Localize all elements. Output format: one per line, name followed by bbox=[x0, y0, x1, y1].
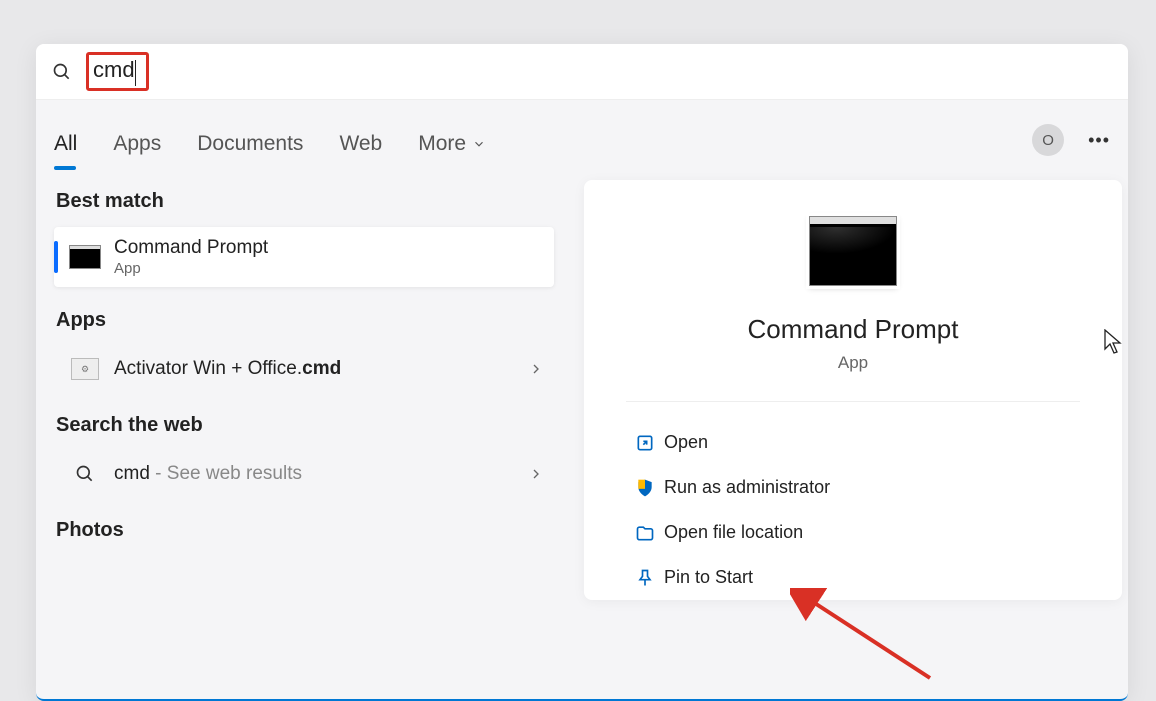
action-label: Open bbox=[664, 432, 708, 453]
chevron-right-icon bbox=[528, 361, 544, 377]
user-avatar[interactable]: O bbox=[1032, 124, 1064, 156]
detail-title: Command Prompt bbox=[748, 314, 959, 345]
result-command-prompt[interactable]: Command Prompt App bbox=[54, 227, 554, 287]
result-search-web[interactable]: cmd - See web results bbox=[54, 451, 554, 497]
open-external-icon bbox=[626, 433, 664, 453]
tab-apps[interactable]: Apps bbox=[113, 112, 161, 168]
shield-icon bbox=[626, 478, 664, 498]
tab-more-label: More bbox=[418, 132, 466, 156]
detail-subtitle: App bbox=[838, 353, 868, 373]
action-label: Run as administrator bbox=[664, 477, 830, 498]
search-icon bbox=[52, 62, 72, 82]
tab-more[interactable]: More bbox=[418, 112, 486, 168]
search-input[interactable]: cmd bbox=[93, 57, 135, 82]
action-pin-to-start[interactable]: Pin to Start bbox=[626, 555, 1080, 600]
filter-tabs: All Apps Documents Web More O ••• bbox=[36, 100, 1128, 180]
tab-all[interactable]: All bbox=[54, 112, 77, 168]
result-activator[interactable]: ⚙ Activator Win + Office.cmd bbox=[54, 346, 554, 392]
action-run-administrator[interactable]: Run as administrator bbox=[626, 465, 1080, 510]
pin-icon bbox=[626, 568, 664, 588]
search-highlight: cmd bbox=[86, 52, 149, 91]
folder-icon bbox=[626, 523, 664, 543]
result-subtitle: App bbox=[114, 260, 268, 277]
action-open[interactable]: Open bbox=[626, 420, 1080, 465]
gear-icon: ⚙ bbox=[71, 358, 99, 380]
more-options-button[interactable]: ••• bbox=[1088, 130, 1110, 151]
search-icon bbox=[68, 461, 102, 487]
tab-documents[interactable]: Documents bbox=[197, 112, 303, 168]
chevron-down-icon bbox=[472, 137, 486, 151]
action-label: Open file location bbox=[664, 522, 803, 543]
command-prompt-icon bbox=[69, 245, 101, 269]
detail-pane: Command Prompt App Open Run as administr… bbox=[584, 180, 1122, 600]
action-label: Pin to Start bbox=[664, 567, 753, 588]
command-prompt-icon-large bbox=[809, 216, 897, 286]
photos-heading: Photos bbox=[56, 519, 554, 542]
result-title: cmd - See web results bbox=[114, 463, 302, 485]
start-search-panel: cmd All Apps Documents Web More O ••• Be… bbox=[36, 44, 1128, 701]
chevron-right-icon bbox=[528, 466, 544, 482]
result-title: Command Prompt bbox=[114, 237, 268, 259]
search-web-heading: Search the web bbox=[56, 414, 554, 437]
best-match-heading: Best match bbox=[56, 190, 554, 213]
action-open-file-location[interactable]: Open file location bbox=[626, 510, 1080, 555]
search-bar[interactable]: cmd bbox=[36, 44, 1128, 100]
tab-web[interactable]: Web bbox=[339, 112, 382, 168]
apps-heading: Apps bbox=[56, 309, 554, 332]
result-title: Activator Win + Office.cmd bbox=[114, 358, 341, 380]
